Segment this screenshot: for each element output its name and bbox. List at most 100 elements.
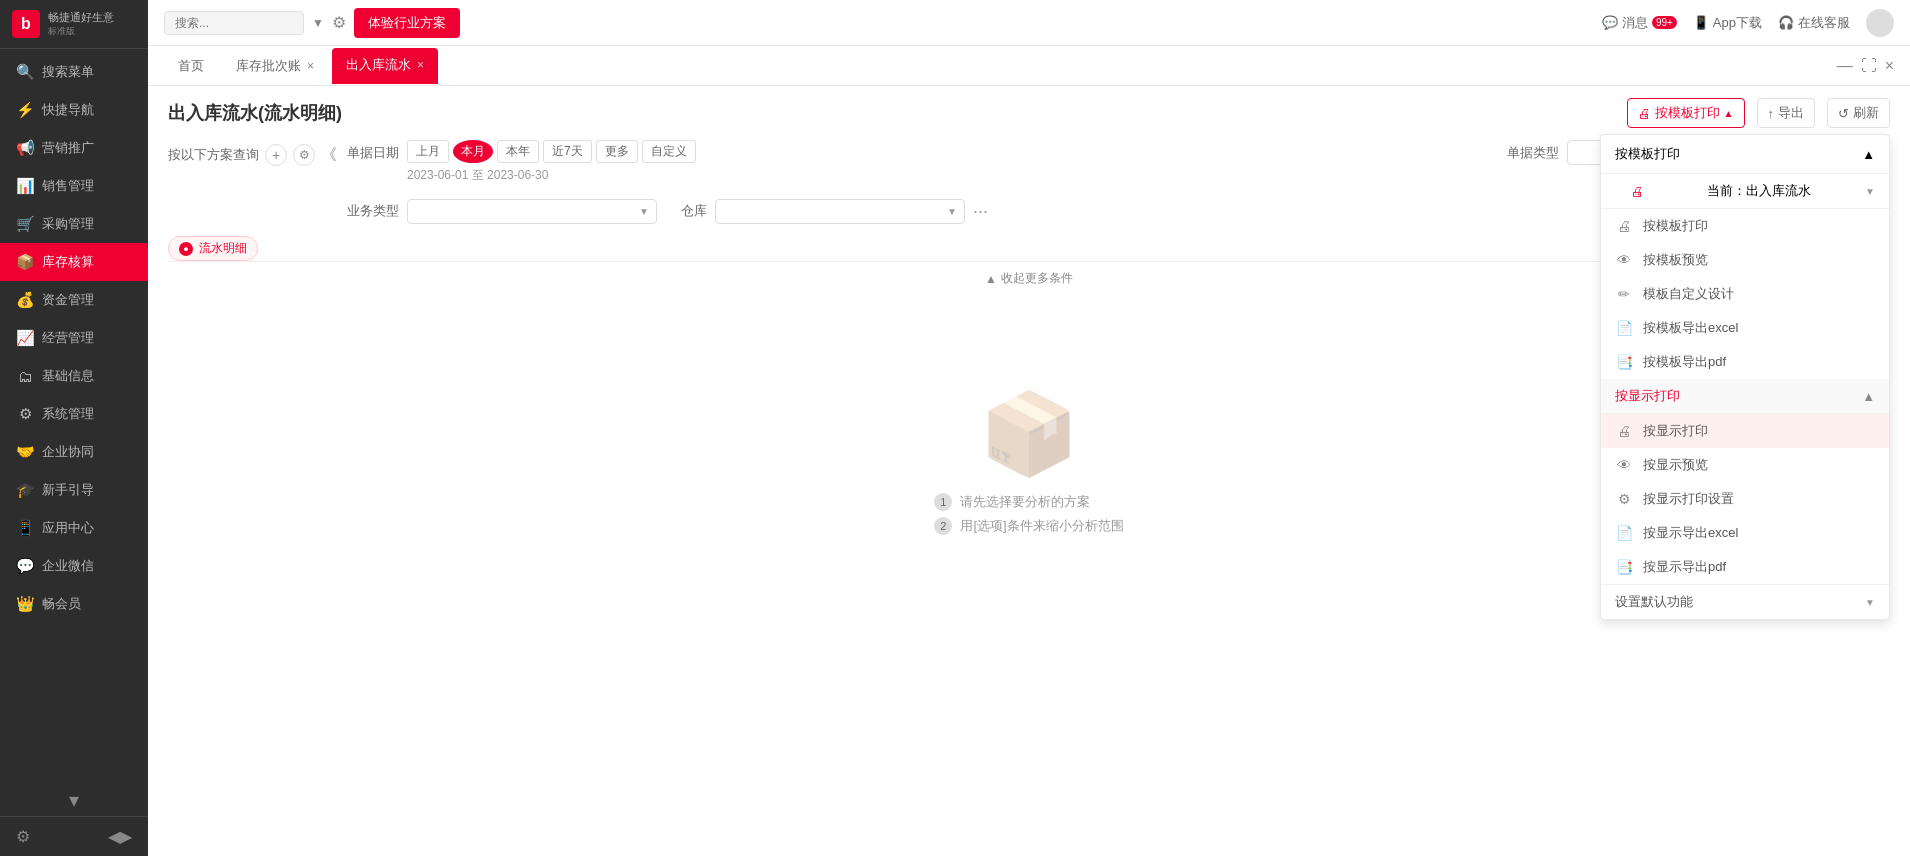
current-icon: 🖨 [1631,184,1644,199]
filter-settings-icon[interactable]: ⚙ [293,144,315,166]
page-header: 出入库流水(流水明细) 🖨 按模板打印 ▲ ↑ 导出 ↺ 刷新 [148,86,1910,128]
date-more-btn[interactable]: 更多 [596,140,638,163]
display-print-label: 按显示打印 [1643,422,1875,440]
sidebar-item-purchase[interactable]: 🛒 采购管理 [0,205,148,243]
template-excel-label: 按模板导出excel [1643,319,1875,337]
sidebar: b 畅捷通好生意 标准版 🔍 搜索菜单 ⚡ 快捷导航 📢 营销推广 📊 销售管理… [0,0,148,856]
date-options: 上月 本月 本年 近7天 更多 自定义 2023-06-01 至 2023-06… [407,140,696,184]
sidebar-item-member[interactable]: 👑 畅会员 [0,585,148,623]
sidebar-item-guide[interactable]: 🎓 新手引导 [0,471,148,509]
dropdown-item-template-preview[interactable]: 👁 按模板预览 [1601,243,1889,277]
app-name-block: 畅捷通好生意 标准版 [48,10,114,37]
sidebar-item-sales[interactable]: 📊 销售管理 [0,167,148,205]
message-item[interactable]: 💬 消息 99+ [1602,14,1677,32]
display-section-label: 按显示打印 [1615,387,1680,405]
date-this-year-btn[interactable]: 本年 [497,140,539,163]
date-range-display: 2023-06-01 至 2023-06-30 [407,167,696,184]
business-type-select[interactable] [407,199,657,224]
dropdown-item-template-excel[interactable]: 📄 按模板导出excel [1601,311,1889,345]
customer-service-label: 在线客服 [1798,14,1850,32]
message-icon: 💬 [1602,15,1618,30]
collapse-more-label: 收起更多条件 [1001,270,1073,287]
empty-step-2: 2 用[选项]条件来缩小分析范围 [934,517,1123,535]
sidebar-item-basic[interactable]: 🗂 基础信息 [0,357,148,395]
tabs-bar: 首页 库存批次账 × 出入库流水 × — ⛶ × [148,46,1910,86]
template-pdf-label: 按模板导出pdf [1643,353,1875,371]
dropdown-item-template-pdf[interactable]: 📑 按模板导出pdf [1601,345,1889,379]
sidebar-item-inventory[interactable]: 📦 库存核算 [0,243,148,281]
display-section-chevron: ▲ [1862,389,1875,404]
marketing-icon: 📢 [16,139,34,157]
print-template-button[interactable]: 🖨 按模板打印 ▲ [1627,98,1745,128]
refresh-button[interactable]: ↺ 刷新 [1827,98,1890,128]
sidebar-item-operation[interactable]: 📈 经营管理 [0,319,148,357]
sidebar-scroll-down[interactable]: ▾ [0,784,148,816]
dropdown-current-chevron: ▼ [1865,186,1875,197]
refresh-label: 刷新 [1853,104,1879,122]
print-dropdown-panel: 按模板打印 ▲ 🖨 当前：出入库流水 ▼ 🖨 按模板打印 👁 按模板预 [1600,134,1890,620]
sidebar-item-marketing[interactable]: 📢 营销推广 [0,129,148,167]
dropdown-item-display-settings[interactable]: ⚙ 按显示打印设置 [1601,482,1889,516]
app-download-item[interactable]: 📱 App下载 [1693,14,1762,32]
tab-maximize-icon[interactable]: ⛶ [1861,57,1877,75]
sidebar-item-system[interactable]: ⚙ 系统管理 [0,395,148,433]
guide-icon: 🎓 [16,481,34,499]
page-actions: 🖨 按模板打印 ▲ ↑ 导出 ↺ 刷新 按模板打印 ▲ [1627,98,1890,128]
sidebar-item-label: 销售管理 [42,177,94,195]
dropdown-item-display-excel[interactable]: 📄 按显示导出excel [1601,516,1889,550]
date-custom-btn[interactable]: 自定义 [642,140,696,163]
wechat-icon: 💬 [16,557,34,575]
warehouse-more-icon[interactable]: ··· [973,201,988,222]
sidebar-item-label: 系统管理 [42,405,94,423]
settings-footer-icon[interactable]: ⚙ [16,827,30,846]
display-preview-label: 按显示预览 [1643,456,1875,474]
sidebar-item-apps[interactable]: 📱 应用中心 [0,509,148,547]
tab-close-icon[interactable]: × [1885,57,1894,75]
sidebar-item-wechat[interactable]: 💬 企业微信 [0,547,148,585]
dropdown-footer-item[interactable]: 设置默认功能 ▼ [1601,584,1889,619]
tab-minimize-icon[interactable]: — [1837,57,1853,75]
user-avatar[interactable] [1866,9,1894,37]
dropdown-item-display-pdf[interactable]: 📑 按显示导出pdf [1601,550,1889,584]
search-input[interactable] [164,11,304,35]
export-button[interactable]: ↑ 导出 [1757,98,1816,128]
dropdown-display-section: 按显示打印 ▲ [1601,379,1889,414]
sidebar-item-corp[interactable]: 🤝 企业协同 [0,433,148,471]
search-dropdown-chevron[interactable]: ▼ [312,16,324,30]
dropdown-item-display-print[interactable]: 🖨 按显示打印 [1601,414,1889,448]
empty-steps: 1 请先选择要分析的方案 2 用[选项]条件来缩小分析范围 [934,493,1123,535]
app-version: 标准版 [48,25,114,38]
dropdown-item-template-custom[interactable]: ✏ 模板自定义设计 [1601,277,1889,311]
sidebar-item-finance[interactable]: 💰 资金管理 [0,281,148,319]
customer-service-item[interactable]: 🎧 在线客服 [1778,14,1850,32]
template-custom-icon: ✏ [1615,285,1633,303]
collapse-sidebar-icon[interactable]: ◀▶ [108,827,132,846]
warehouse-select[interactable] [715,199,965,224]
date-this-month-btn[interactable]: 本月 [453,140,493,163]
topbar-gear-icon[interactable]: ⚙ [332,13,346,32]
dropdown-item-display-preview[interactable]: 👁 按显示预览 [1601,448,1889,482]
tab-home-label: 首页 [178,57,204,75]
dropdown-item-template-print[interactable]: 🖨 按模板打印 [1601,209,1889,243]
filter-collapse-icon[interactable]: 《 [321,145,337,166]
tab-flow-close[interactable]: × [417,58,424,72]
tab-batch[interactable]: 库存批次账 × [222,49,328,83]
sidebar-item-label: 基础信息 [42,367,94,385]
sidebar-logo: b 畅捷通好生意 标准版 [0,0,148,49]
sidebar-item-quick-nav[interactable]: ⚡ 快捷导航 [0,91,148,129]
industry-solution-button[interactable]: 体验行业方案 [354,8,460,38]
date-last-month-btn[interactable]: 上月 [407,140,449,163]
tab-home[interactable]: 首页 [164,49,218,83]
date-7days-btn[interactable]: 近7天 [543,140,592,163]
sidebar-item-search[interactable]: 🔍 搜索菜单 [0,53,148,91]
tab-batch-close[interactable]: × [307,59,314,73]
business-type-label: 业务类型 [347,202,399,220]
section-body: 出入库流水(流水明细) 🖨 按模板打印 ▲ ↑ 导出 ↺ 刷新 [148,86,1910,856]
sales-icon: 📊 [16,177,34,195]
dropdown-title: 按模板打印 [1615,145,1680,163]
dropdown-footer-chevron: ▼ [1865,597,1875,608]
tab-flow[interactable]: 出入库流水 × [332,48,438,84]
sidebar-item-label: 应用中心 [42,519,94,537]
dropdown-current-item[interactable]: 🖨 当前：出入库流水 ▼ [1601,174,1889,209]
filter-add-button[interactable]: + [265,144,287,166]
